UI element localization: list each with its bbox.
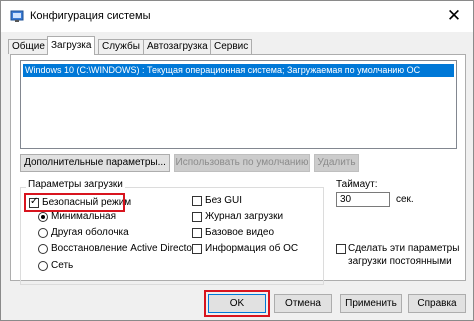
boot-log-label: Журнал загрузки [205, 211, 284, 222]
msconfig-icon [10, 9, 24, 23]
cancel-button[interactable]: Отмена [274, 294, 332, 313]
tab-general[interactable]: Общие [8, 39, 49, 54]
tab-boot[interactable]: Загрузка [47, 36, 96, 55]
help-button[interactable]: Справка [408, 294, 466, 313]
radio-network-label: Сеть [51, 260, 74, 271]
radio-alternate-shell[interactable] [38, 228, 48, 238]
window-title: Конфигурация системы [30, 10, 151, 22]
base-video-label: Базовое видео [205, 227, 275, 238]
os-boot-info-checkbox[interactable] [192, 244, 202, 254]
base-video-checkbox[interactable] [192, 228, 202, 238]
dialog-footer: OK Отмена Применить Справка [1, 285, 473, 320]
radio-minimal-label: Минимальная [51, 211, 117, 222]
make-permanent-checkbox[interactable] [336, 244, 346, 254]
radio-minimal[interactable] [38, 212, 48, 222]
os-list[interactable]: Windows 10 (C:\WINDOWS) : Текущая операц… [20, 60, 457, 149]
timeout-label: Таймаут: [336, 179, 378, 190]
ok-highlight [204, 290, 270, 317]
delete-button[interactable]: Удалить [314, 154, 359, 172]
os-boot-info-label: Информация об ОС [205, 243, 299, 254]
timeout-input[interactable]: 30 [336, 192, 390, 207]
os-list-item[interactable]: Windows 10 (C:\WINDOWS) : Текущая операц… [23, 64, 454, 77]
no-gui-label: Без GUI [205, 195, 243, 206]
system-configuration-window: Конфигурация системы ✕ Общие Загрузка Сл… [0, 0, 474, 321]
timeout-unit: сек. [396, 194, 414, 205]
tab-startup[interactable]: Автозагрузка [143, 39, 212, 54]
no-gui-checkbox[interactable] [192, 196, 202, 206]
advanced-options-button[interactable]: Дополнительные параметры... [20, 154, 170, 172]
make-permanent-label-line1: Сделать эти параметры [348, 243, 460, 254]
radio-ad-repair[interactable] [38, 244, 48, 254]
tab-services[interactable]: Службы [98, 39, 144, 54]
title-bar: Конфигурация системы ✕ [1, 1, 473, 32]
radio-ad-repair-label: Восстановление Active Directory [51, 243, 201, 254]
close-icon[interactable]: ✕ [443, 5, 465, 27]
make-permanent-label-line2: загрузки постоянными [348, 256, 452, 267]
radio-alternate-shell-label: Другая оболочка [51, 227, 129, 238]
boot-log-checkbox[interactable] [192, 212, 202, 222]
safe-boot-highlight [24, 193, 125, 212]
radio-network[interactable] [38, 261, 48, 271]
boot-options-title: Параметры загрузки [26, 179, 125, 190]
set-default-button[interactable]: Использовать по умолчанию [174, 154, 310, 172]
apply-button[interactable]: Применить [340, 294, 402, 313]
tab-tools[interactable]: Сервис [210, 39, 253, 54]
